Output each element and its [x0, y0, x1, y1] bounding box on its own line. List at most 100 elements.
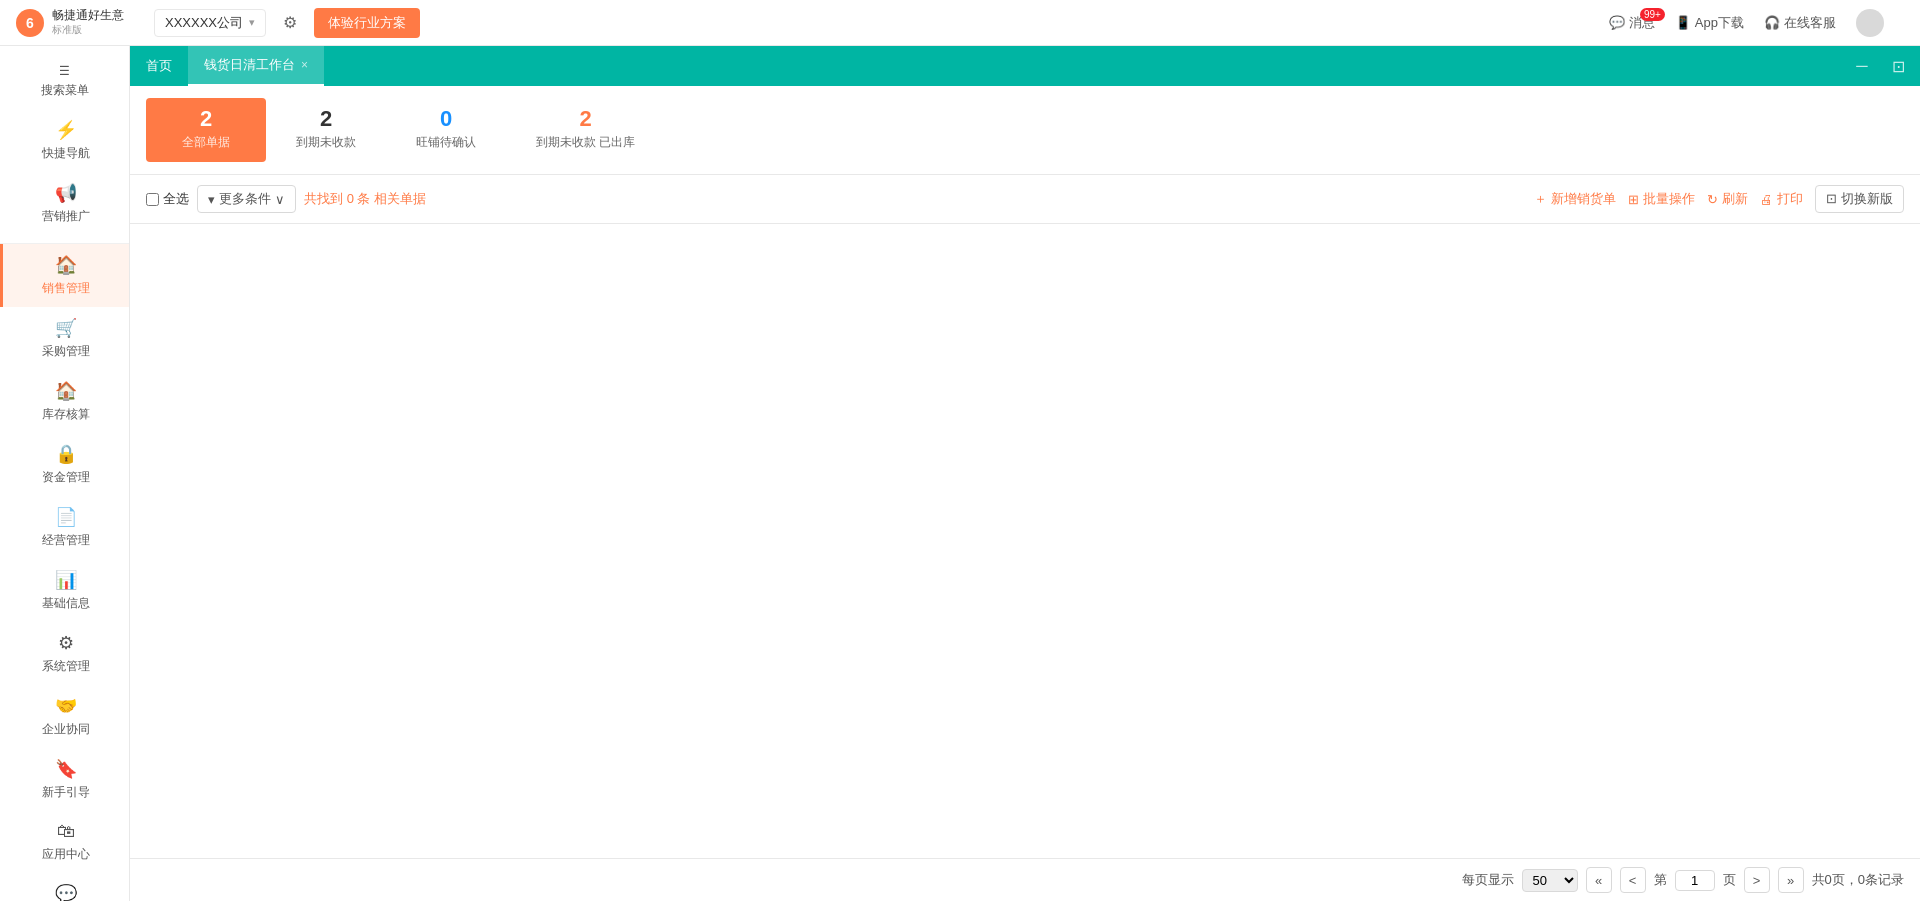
sidebar: ☰ 搜索菜单 ⚡ 快捷导航 📢 营销推广 🏠 销售管理 🛒 采购管理 🏠 库存核… [0, 46, 130, 901]
pagination-bar: 每页显示 20 50 100 « < 第 页 > » 共0页，0条记录 [130, 858, 1920, 901]
sidebar-search-label: 搜索菜单 [41, 82, 89, 99]
sidebar-item-basic[interactable]: 📊 基础信息 [0, 559, 129, 622]
message-item[interactable]: 💬 消息 99+ [1609, 14, 1655, 32]
found-number: 0 [347, 191, 354, 206]
tab-workstation-label: 钱货日清工作台 [204, 56, 295, 74]
summary-num-pending: 0 [440, 106, 452, 132]
sidebar-marketing-label: 营销推广 [42, 208, 90, 225]
sidebar-operations-label: 经营管理 [42, 532, 90, 549]
sales-icon: 🏠 [55, 254, 77, 276]
tab-close-icon[interactable]: × [301, 58, 308, 72]
settings-button[interactable]: ⚙ [274, 7, 306, 39]
switch-label: 切换新版 [1841, 191, 1893, 206]
switch-version-button[interactable]: ⊡ 切换新版 [1815, 185, 1904, 213]
sidebar-item-enterprise[interactable]: 🤝 企业协同 [0, 685, 129, 748]
sidebar-item-wechat[interactable]: 💬 企业微信 [0, 873, 129, 901]
system-icon: ⚙ [58, 632, 74, 654]
basic-icon: 📊 [55, 569, 77, 591]
company-selector[interactable]: XXXXXX公司 ▾ [154, 9, 266, 37]
first-page-button[interactable]: « [1586, 867, 1612, 893]
sidebar-item-purchase[interactable]: 🛒 采购管理 [0, 307, 129, 370]
sidebar-system-label: 系统管理 [42, 658, 90, 675]
found-unit: 条 [357, 191, 370, 206]
content-area: 2 全部单据 2 到期未收款 0 旺铺待确认 2 到期未收款 已出库 [130, 86, 1920, 901]
add-label: 新增销货单 [1551, 190, 1616, 208]
app-download-item[interactable]: 📱 App下载 [1675, 14, 1744, 32]
more-filter-button[interactable]: ▾ 更多条件 ∨ [197, 185, 296, 213]
summary-card-all[interactable]: 2 全部单据 [146, 98, 266, 162]
total-info: 共0页，0条记录 [1812, 871, 1904, 889]
app-icon: 📱 [1675, 15, 1691, 30]
inventory-icon: 🏠 [55, 380, 77, 402]
sidebar-item-sales[interactable]: 🏠 销售管理 [0, 244, 129, 307]
last-page-button[interactable]: » [1778, 867, 1804, 893]
related-label: 相关单据 [374, 191, 426, 206]
per-page-select[interactable]: 20 50 100 [1522, 869, 1578, 892]
sidebar-item-finance[interactable]: 🔒 资金管理 [0, 433, 129, 496]
sidebar-item-search[interactable]: ☰ 搜索菜单 [0, 54, 129, 109]
online-service-item[interactable]: 🎧 在线客服 [1764, 14, 1836, 32]
select-all-checkbox[interactable]: 全选 [146, 190, 189, 208]
page-number-input[interactable] [1675, 870, 1715, 891]
toolbar-right: ＋ 新增销货单 ⊞ 批量操作 ↻ 刷新 🖨 打印 [1534, 185, 1904, 213]
tab-bar-right: ─ ⊡ [1848, 52, 1920, 80]
logo-text-group: 畅捷通好生意 标准版 [52, 8, 124, 38]
sidebar-shortcut-label: 快捷导航 [42, 145, 90, 162]
summary-num-overdue-out: 2 [580, 106, 592, 132]
sidebar-item-guide[interactable]: 🔖 新手引导 [0, 748, 129, 811]
tab-work-station[interactable]: 钱货日清工作台 × [188, 46, 324, 86]
sidebar-item-marketing[interactable]: 📢 营销推广 [0, 172, 129, 235]
finance-icon: 🔒 [55, 443, 77, 465]
sidebar-item-shortcut[interactable]: ⚡ 快捷导航 [0, 109, 129, 172]
sidebar-guide-label: 新手引导 [42, 784, 90, 801]
search-menu-icon: ☰ [59, 64, 70, 78]
summary-card-pending[interactable]: 0 旺铺待确认 [386, 98, 506, 162]
prev-page-button[interactable]: < [1620, 867, 1646, 893]
logo-icon: 6 [16, 9, 44, 37]
wechat-icon: 💬 [55, 883, 77, 901]
trial-button[interactable]: 体验行业方案 [314, 8, 420, 38]
found-prefix: 共找到 [304, 191, 343, 206]
marketing-icon: 📢 [55, 182, 77, 204]
sidebar-item-system[interactable]: ⚙ 系统管理 [0, 622, 129, 685]
summary-card-overdue[interactable]: 2 到期未收款 [266, 98, 386, 162]
print-button[interactable]: 🖨 打印 [1760, 190, 1803, 208]
summary-cards: 2 全部单据 2 到期未收款 0 旺铺待确认 2 到期未收款 已出库 [130, 86, 1920, 175]
sidebar-appstore-label: 应用中心 [42, 846, 90, 863]
header-right: 💬 消息 99+ 📱 App下载 🎧 在线客服 [1609, 9, 1904, 37]
avatar[interactable] [1856, 9, 1884, 37]
message-icon: 💬 [1609, 15, 1625, 30]
toolbar-left: 全选 ▾ 更多条件 ∨ 共找到 0 条 相关单据 [146, 185, 426, 213]
tab-bar: 首页 钱货日清工作台 × ─ ⊡ [130, 46, 1920, 86]
app-name: 畅捷通好生意 [52, 8, 124, 24]
main-area: 首页 钱货日清工作台 × ─ ⊡ 2 全部单据 2 到期未收款 [130, 46, 1920, 901]
page-word: 第 [1654, 871, 1667, 889]
company-arrow-icon: ▾ [249, 16, 255, 29]
appstore-icon: 🛍 [57, 821, 75, 842]
tab-home[interactable]: 首页 [130, 46, 188, 86]
batch-operation-button[interactable]: ⊞ 批量操作 [1628, 190, 1695, 208]
summary-card-overdue-out[interactable]: 2 到期未收款 已出库 [506, 98, 665, 162]
switch-icon: ⊡ [1826, 191, 1837, 206]
logo-area: 6 畅捷通好生意 标准版 [16, 8, 146, 38]
batch-label: 批量操作 [1643, 190, 1695, 208]
summary-label-overdue-out: 到期未收款 已出库 [536, 134, 635, 151]
checkbox-input[interactable] [146, 193, 159, 206]
sidebar-item-appstore[interactable]: 🛍 应用中心 [0, 811, 129, 873]
per-page-label: 每页显示 [1462, 871, 1514, 889]
message-badge: 99+ [1640, 8, 1665, 21]
summary-num-all: 2 [200, 106, 212, 132]
add-order-button[interactable]: ＋ 新增销货单 [1534, 190, 1616, 208]
sidebar-item-operations[interactable]: 📄 经营管理 [0, 496, 129, 559]
refresh-button[interactable]: ↻ 刷新 [1707, 190, 1748, 208]
guide-icon: 🔖 [55, 758, 77, 780]
sidebar-inventory-label: 库存核算 [42, 406, 90, 423]
filter-label: 更多条件 [219, 190, 271, 208]
sidebar-item-inventory[interactable]: 🏠 库存核算 [0, 370, 129, 433]
next-page-button[interactable]: > [1744, 867, 1770, 893]
shortcut-icon: ⚡ [55, 119, 77, 141]
refresh-icon: ↻ [1707, 192, 1718, 207]
app-body: ☰ 搜索菜单 ⚡ 快捷导航 📢 营销推广 🏠 销售管理 🛒 采购管理 🏠 库存核… [0, 46, 1920, 901]
tab-maximize-button[interactable]: ⊡ [1884, 52, 1912, 80]
tab-minimize-button[interactable]: ─ [1848, 52, 1876, 80]
